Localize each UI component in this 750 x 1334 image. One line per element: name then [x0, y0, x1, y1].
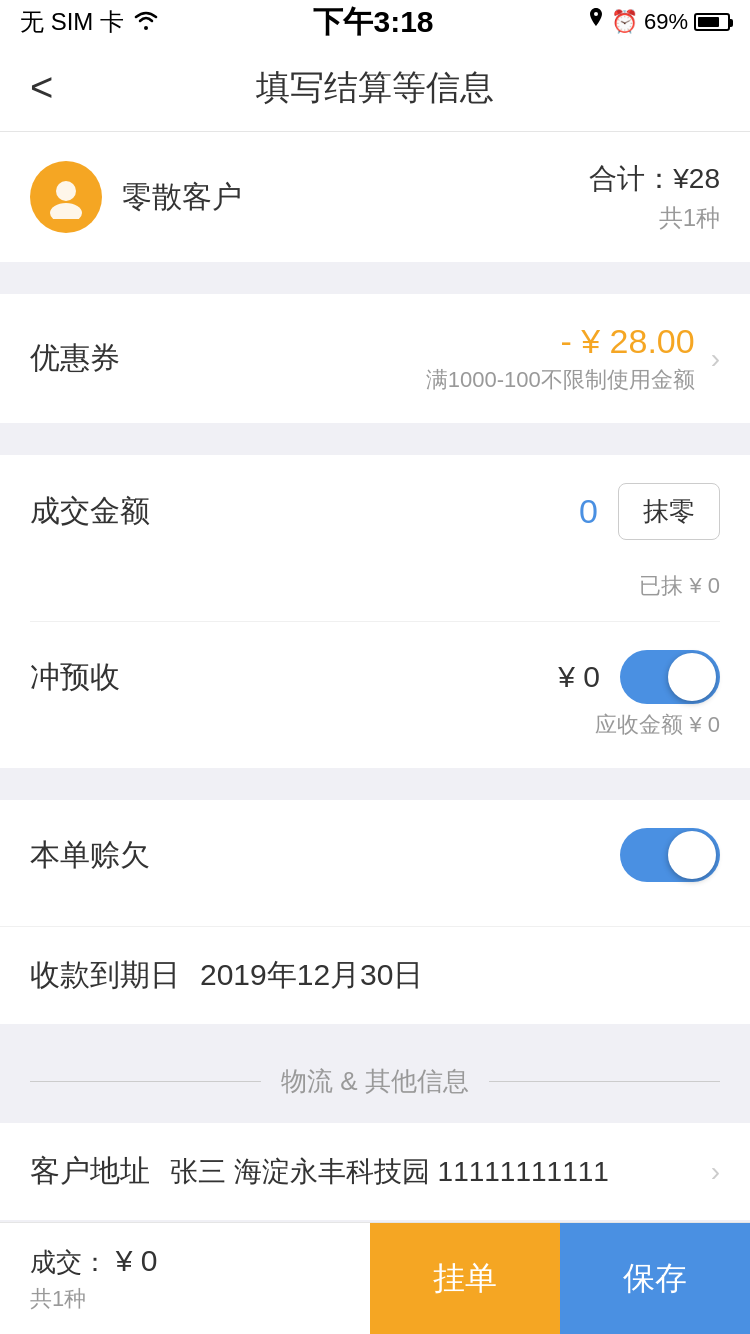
prepayment-toggle[interactable] [620, 650, 720, 704]
coupon-desc: 满1000-100不限制使用金额 [426, 365, 695, 395]
bottom-bar: 成交： ¥ 0 共1种 挂单 保存 [0, 1222, 750, 1334]
address-row[interactable]: 客户地址 张三 海淀永丰科技园 11111111111 › [0, 1123, 750, 1220]
debt-row: 本单赊欠 [0, 800, 750, 910]
location-icon [587, 8, 605, 36]
customer-name: 零散客户 [122, 177, 242, 218]
coupon-discount: - ¥ 28.00 [426, 322, 695, 361]
due-date-row: 收款到期日 2019年12月30日 [0, 926, 750, 1024]
prepayment-right: ¥ 0 [558, 650, 720, 704]
bottom-info: 成交： ¥ 0 共1种 [0, 1223, 370, 1334]
sim-status: 无 SIM 卡 [20, 6, 124, 38]
customer-total: 合计：¥28 [589, 160, 720, 198]
coupon-value-wrap: - ¥ 28.00 满1000-100不限制使用金额 [426, 322, 695, 395]
clock-icon: ⏰ [611, 9, 638, 35]
prepayment-amount: ¥ 0 [558, 660, 600, 694]
coupon-right: - ¥ 28.00 满1000-100不限制使用金额 › [426, 322, 720, 395]
customer-section: 零散客户 合计：¥28 共1种 [0, 132, 750, 262]
nav-bar: < 填写结算等信息 [0, 44, 750, 132]
hold-btn-label: 挂单 [433, 1257, 497, 1301]
due-date-label: 收款到期日 [30, 955, 180, 996]
customer-right: 合计：¥28 共1种 [589, 160, 720, 234]
address-label: 客户地址 [30, 1151, 150, 1192]
due-date-value: 2019年12月30日 [200, 955, 423, 996]
customer-count: 共1种 [589, 202, 720, 234]
deal-amount-label: 成交金额 [30, 491, 150, 532]
customer-row: 零散客户 合计：¥28 共1种 [0, 132, 750, 262]
deal-amount-row: 成交金额 抹零 [0, 455, 750, 568]
hold-button[interactable]: 挂单 [370, 1223, 560, 1334]
customer-avatar [30, 161, 102, 233]
battery-icon [694, 13, 730, 31]
gray-sep-3 [0, 784, 750, 800]
coupon-section: 优惠券 - ¥ 28.00 满1000-100不限制使用金额 › [0, 294, 750, 423]
address-chevron-icon: › [711, 1156, 720, 1188]
save-btn-label: 保存 [623, 1257, 687, 1301]
deal-amount-right: 抹零 [173, 483, 720, 540]
coupon-chevron-icon: › [711, 343, 720, 375]
save-button[interactable]: 保存 [560, 1223, 750, 1334]
coupon-label: 优惠券 [30, 338, 120, 379]
status-bar: 无 SIM 卡 下午3:18 ⏰ 69% [0, 0, 750, 44]
deal-sub-text: 已抹 ¥ 0 [0, 568, 750, 621]
status-right: ⏰ 69% [587, 8, 730, 36]
back-button[interactable]: < [30, 65, 53, 110]
prepayment-row: 冲预收 ¥ 0 应收金额 ¥ 0 [0, 622, 750, 768]
logistics-label: 物流 & 其他信息 [281, 1064, 469, 1099]
prepayment-label: 冲预收 [30, 657, 120, 698]
svg-point-0 [56, 181, 76, 201]
already-rounded-text: 已抹 ¥ 0 [639, 573, 720, 598]
address-right: › [711, 1156, 720, 1188]
round-zero-button[interactable]: 抹零 [618, 483, 720, 540]
bottom-deal-row: 成交： ¥ 0 [30, 1244, 340, 1280]
content: 零散客户 合计：¥28 共1种 优惠券 - ¥ 28.00 满1000-100不… [0, 132, 750, 1334]
gray-sep-1 [0, 278, 750, 294]
logistics-line: 物流 & 其他信息 [30, 1064, 720, 1099]
prepayment-sub: 应收金额 ¥ 0 [30, 710, 720, 740]
deal-amount-section: 成交金额 抹零 已抹 ¥ 0 冲预收 ¥ 0 应收金额 ¥ [0, 455, 750, 768]
gray-sep-2 [0, 439, 750, 455]
debt-label: 本单赊欠 [30, 835, 150, 876]
coupon-row[interactable]: 优惠券 - ¥ 28.00 满1000-100不限制使用金额 › [0, 294, 750, 423]
deal-amount-input[interactable] [173, 492, 598, 531]
debt-toggle-knob [668, 831, 716, 879]
bottom-amount: ¥ 0 [116, 1244, 158, 1277]
address-section: 客户地址 张三 海淀永丰科技园 11111111111 › [0, 1123, 750, 1220]
prepayment-sub-text: 应收金额 ¥ 0 [595, 710, 720, 740]
status-time: 下午3:18 [313, 2, 433, 43]
debt-section: 本单赊欠 收款到期日 2019年12月30日 [0, 800, 750, 1024]
page-title: 填写结算等信息 [256, 65, 494, 111]
bottom-deal-label: 成交： [30, 1247, 108, 1277]
address-value: 张三 海淀永丰科技园 11111111111 [170, 1153, 711, 1191]
logistics-separator: 物流 & 其他信息 [0, 1040, 750, 1123]
prepayment-main: 冲预收 ¥ 0 [30, 650, 720, 704]
wifi-icon [132, 8, 160, 36]
svg-point-1 [50, 203, 82, 219]
customer-left: 零散客户 [30, 161, 242, 233]
prepayment-toggle-knob [668, 653, 716, 701]
debt-toggle[interactable] [620, 828, 720, 882]
status-left: 无 SIM 卡 [20, 6, 160, 38]
battery-text: 69% [644, 9, 688, 35]
bottom-count: 共1种 [30, 1284, 340, 1314]
